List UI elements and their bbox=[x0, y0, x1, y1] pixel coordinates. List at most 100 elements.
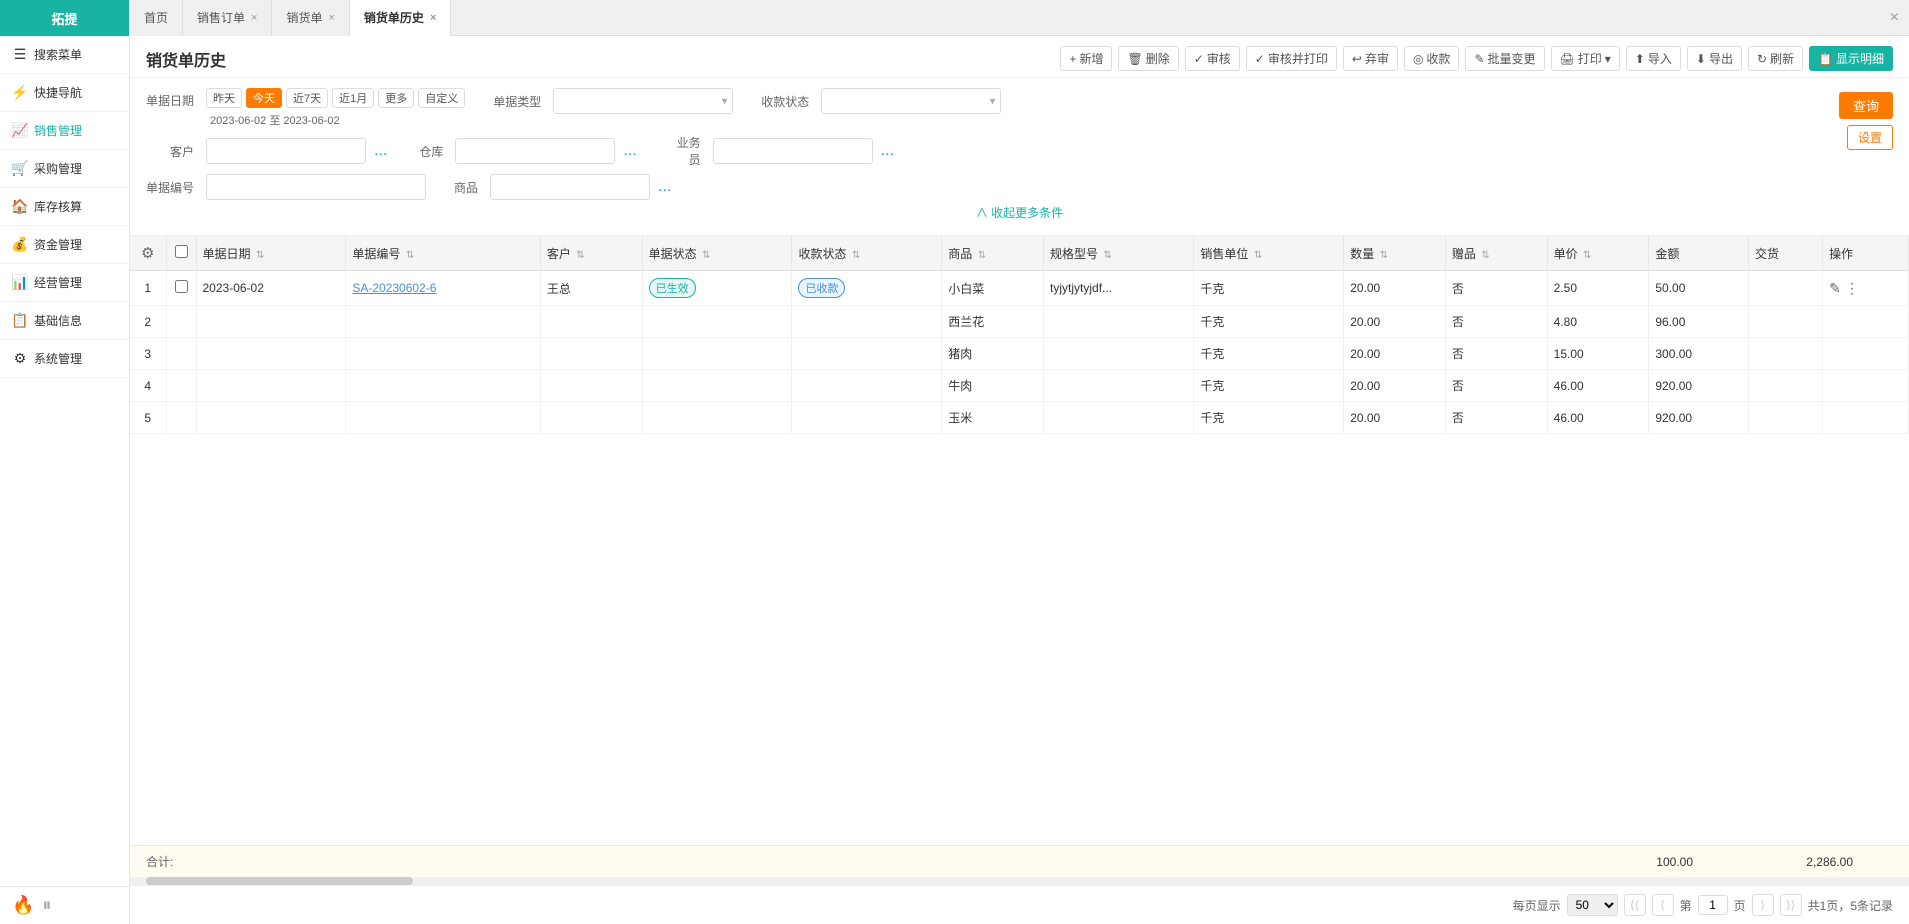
goods-sort-icon: ⇅ bbox=[978, 250, 986, 261]
audit-button[interactable]: ✓ 审核 bbox=[1185, 46, 1240, 71]
sidebar-item-label: 采购管理 bbox=[34, 160, 82, 177]
sidebar-item-search-menu[interactable]: ☰ 搜索菜单 bbox=[0, 36, 129, 74]
row-doc-no-cell[interactable] bbox=[346, 402, 541, 434]
collect-button[interactable]: ◎ 收款 bbox=[1404, 46, 1460, 71]
warehouse-ellipsis-btn[interactable]: ... bbox=[619, 142, 640, 160]
abandon-button[interactable]: ↩ 弃审 bbox=[1343, 46, 1398, 71]
row-checkbox[interactable] bbox=[175, 280, 188, 293]
tab-sales-delivery[interactable]: 销货单 × bbox=[272, 0, 349, 36]
warehouse-input[interactable] bbox=[455, 138, 615, 164]
qty-sort-icon: ⇅ bbox=[1380, 250, 1388, 261]
batch-change-button[interactable]: ✎ 批量变更 bbox=[1465, 46, 1544, 71]
next-page-btn[interactable]: ⟩ bbox=[1752, 894, 1774, 916]
show-detail-button[interactable]: 📋 显示明细 bbox=[1809, 46, 1893, 71]
collapse-more-btn[interactable]: ∧ 收起更多条件 bbox=[146, 200, 1893, 225]
horizontal-scrollbar[interactable] bbox=[130, 877, 1909, 885]
row-checkbox-cell[interactable] bbox=[166, 402, 196, 434]
customer-column-header[interactable]: 客户 ⇅ bbox=[540, 236, 642, 271]
date-chip-1month[interactable]: 近1月 bbox=[332, 88, 374, 108]
row-checkbox-cell[interactable] bbox=[166, 338, 196, 370]
date-column-header[interactable]: 单据日期 ⇅ bbox=[196, 236, 346, 271]
date-chip-custom[interactable]: 自定义 bbox=[418, 88, 465, 108]
gift-column-header[interactable]: 赠品 ⇅ bbox=[1445, 236, 1547, 271]
doc-status-column-header[interactable]: 单据状态 ⇅ bbox=[642, 236, 792, 271]
row-doc-no-cell[interactable] bbox=[346, 306, 541, 338]
more-icon[interactable]: ⋮ bbox=[1845, 280, 1859, 297]
audit-print-button[interactable]: ✓ 审核并打印 bbox=[1246, 46, 1337, 71]
row-doc-status-cell bbox=[642, 338, 792, 370]
tab-home[interactable]: 首页 bbox=[130, 0, 183, 36]
customer-ellipsis-btn[interactable]: ... bbox=[370, 142, 391, 160]
tab-sales-order[interactable]: 销售订单 × bbox=[183, 0, 272, 36]
table-footer: 合计: 100.00 2,286.00 bbox=[130, 845, 1909, 877]
pause-icon[interactable]: ⏸ bbox=[42, 895, 51, 916]
prev-page-btn[interactable]: ⟨ bbox=[1652, 894, 1674, 916]
page-size-select[interactable]: 50 20 100 bbox=[1567, 894, 1618, 916]
sidebar-item-quick-nav[interactable]: ⚡ 快捷导航 bbox=[0, 74, 129, 112]
sidebar-item-purchase-mgmt[interactable]: 🛒 采购管理 bbox=[0, 150, 129, 188]
sidebar-item-sys-mgmt[interactable]: ⚙ 系统管理 bbox=[0, 340, 129, 378]
edit-icon[interactable]: ✎ bbox=[1829, 280, 1841, 297]
tab-sales-delivery-close[interactable]: × bbox=[328, 12, 334, 24]
set-button[interactable]: 设置 bbox=[1847, 125, 1893, 150]
sidebar-item-sales-mgmt[interactable]: 📈 销售管理 bbox=[0, 112, 129, 150]
first-page-btn[interactable]: ⟨⟨ bbox=[1624, 894, 1646, 916]
tab-sales-order-close[interactable]: × bbox=[251, 12, 257, 24]
row-spec-cell bbox=[1044, 402, 1194, 434]
row-checkbox-cell[interactable] bbox=[166, 271, 196, 306]
row-checkbox-cell[interactable] bbox=[166, 370, 196, 402]
sidebar-item-finance-mgmt[interactable]: 💰 资金管理 bbox=[0, 226, 129, 264]
settings-col-icon[interactable]: ⚙ bbox=[141, 245, 154, 262]
doc-no-link[interactable]: SA-20230602-6 bbox=[352, 281, 436, 295]
print-button[interactable]: 🖨 打印 ▾ bbox=[1551, 46, 1620, 71]
doc-type-select[interactable] bbox=[553, 88, 733, 114]
row-num-cell: 4 bbox=[130, 370, 166, 402]
row-doc-no-cell[interactable] bbox=[346, 338, 541, 370]
date-chip-7days[interactable]: 近7天 bbox=[286, 88, 328, 108]
goods-column-header[interactable]: 商品 ⇅ bbox=[942, 236, 1044, 271]
row-doc-no-cell[interactable] bbox=[346, 370, 541, 402]
query-button[interactable]: 查询 bbox=[1839, 92, 1893, 119]
row-unit-price-cell: 15.00 bbox=[1547, 338, 1649, 370]
goods-input[interactable] bbox=[490, 174, 650, 200]
row-date-cell bbox=[196, 402, 346, 434]
inventory-icon: 🏠 bbox=[12, 199, 28, 215]
refresh-button[interactable]: ↻ 刷新 bbox=[1748, 46, 1803, 71]
doc-no-input[interactable] bbox=[206, 174, 426, 200]
table-row: 5玉米千克20.00否46.00920.00 bbox=[130, 402, 1909, 434]
scrollbar-thumb[interactable] bbox=[146, 877, 413, 885]
unit-price-column-header[interactable]: 单价 ⇅ bbox=[1547, 236, 1649, 271]
sidebar-item-basic-info[interactable]: 📋 基础信息 bbox=[0, 302, 129, 340]
window-close-icon[interactable]: × bbox=[1890, 9, 1909, 27]
date-chip-yesterday[interactable]: 昨天 bbox=[206, 88, 242, 108]
collect-status-column-header[interactable]: 收款状态 ⇅ bbox=[792, 236, 942, 271]
row-checkbox-cell[interactable] bbox=[166, 306, 196, 338]
unit-column-header[interactable]: 销售单位 ⇅ bbox=[1194, 236, 1344, 271]
export-button[interactable]: ⬇ 导出 bbox=[1687, 46, 1742, 71]
spec-column-header[interactable]: 规格型号 ⇅ bbox=[1044, 236, 1194, 271]
salesperson-ellipsis-btn[interactable]: ... bbox=[877, 142, 898, 160]
date-chip-more[interactable]: 更多 bbox=[378, 88, 414, 108]
fire-icon[interactable]: 🔥 bbox=[12, 895, 34, 916]
page-input[interactable] bbox=[1698, 895, 1728, 915]
last-page-btn[interactable]: ⟩⟩ bbox=[1780, 894, 1802, 916]
doc-no-column-header[interactable]: 单据编号 ⇅ bbox=[346, 236, 541, 271]
sidebar-item-inventory[interactable]: 🏠 库存核算 bbox=[0, 188, 129, 226]
goods-ellipsis-btn[interactable]: ... bbox=[654, 178, 675, 196]
import-button[interactable]: ⬆ 导入 bbox=[1626, 46, 1681, 71]
select-all-checkbox[interactable] bbox=[175, 245, 188, 258]
table-area: ⚙ 单据日期 ⇅ 单据编号 ⇅ bbox=[130, 236, 1909, 845]
sidebar-item-label: 经营管理 bbox=[34, 274, 82, 291]
row-doc-no-cell[interactable]: SA-20230602-6 bbox=[346, 271, 541, 306]
delete-button[interactable]: 🗑 删除 bbox=[1118, 46, 1178, 71]
tab-sales-history-close[interactable]: × bbox=[430, 12, 436, 24]
tab-sales-history[interactable]: 销货单历史 × bbox=[350, 0, 451, 36]
settings-column-header[interactable]: ⚙ bbox=[130, 236, 166, 271]
sidebar-item-ops-mgmt[interactable]: 📊 经营管理 bbox=[0, 264, 129, 302]
date-chip-today[interactable]: 今天 bbox=[246, 88, 282, 108]
customer-input[interactable] bbox=[206, 138, 366, 164]
qty-column-header[interactable]: 数量 ⇅ bbox=[1344, 236, 1446, 271]
new-button[interactable]: + 新增 bbox=[1060, 46, 1112, 71]
salesperson-input[interactable] bbox=[713, 138, 873, 164]
collect-status-select[interactable] bbox=[821, 88, 1001, 114]
